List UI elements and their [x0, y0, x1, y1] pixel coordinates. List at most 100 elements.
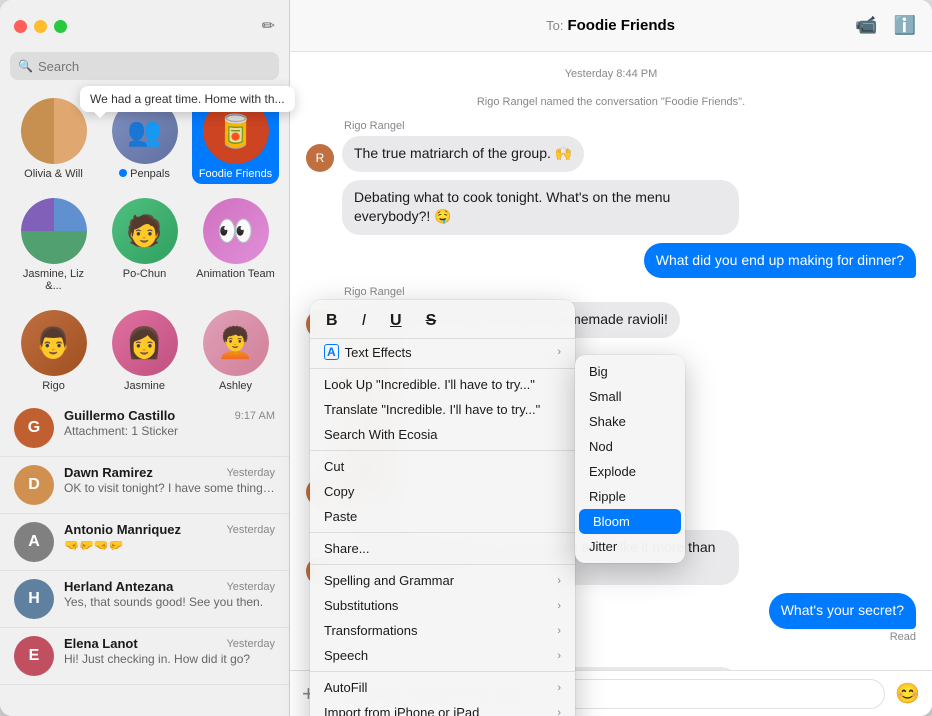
conv-time-dawn: Yesterday [226, 467, 275, 479]
submenu-nod[interactable]: Nod [575, 434, 685, 459]
submenu-jitter[interactable]: Jitter [575, 534, 685, 559]
submenu-ripple[interactable]: Ripple [575, 484, 685, 509]
group-item-jasmine-solo[interactable]: 👩 Jasmine [101, 306, 188, 396]
unread-dot [119, 169, 127, 177]
conv-time-guillermo: 9:17 AM [235, 410, 275, 422]
import-label: Import from iPhone or iPad [324, 705, 479, 716]
sender-rigo-4: Rigo Rangel [306, 286, 916, 298]
menu-item-search-ecosia[interactable]: Search With Ecosia [310, 422, 575, 447]
bubble-1: The true matriarch of the group. 🙌 [342, 136, 584, 172]
menu-item-copy[interactable]: Copy [310, 479, 575, 504]
chat-title-area: To: Foodie Friends [366, 17, 855, 34]
conv-content-dawn: Dawn Ramirez Yesterday OK to visit tonig… [64, 465, 275, 495]
copy-label: Copy [324, 484, 354, 499]
conv-preview-dawn: OK to visit tonight? I have some things … [64, 481, 275, 495]
maximize-button[interactable] [54, 20, 67, 33]
minimize-button[interactable] [34, 20, 47, 33]
bold-button[interactable]: B [322, 310, 342, 332]
menu-item-transformations[interactable]: Transformations › [310, 618, 575, 643]
compose-button[interactable]: ✏ [262, 16, 275, 36]
submenu-bloom[interactable]: Bloom [579, 509, 681, 534]
search-icon: 🔍 [18, 59, 33, 73]
menu-item-substitutions[interactable]: Substitutions › [310, 593, 575, 618]
italic-button[interactable]: I [358, 310, 370, 332]
video-call-icon[interactable]: 📹 [855, 15, 877, 36]
submenu-explode[interactable]: Explode [575, 459, 685, 484]
msg-row-1: R The true matriarch of the group. 🙌 [306, 136, 916, 172]
group-item-rigo[interactable]: 👨 Rigo [10, 306, 97, 396]
sidebar: ✏ 🔍 We had a great time. Home with th... [0, 0, 290, 716]
chat-header: To: Foodie Friends 📹 ℹ️ [290, 0, 932, 52]
chat-header-icons: 📹 ℹ️ [855, 15, 916, 36]
underline-button[interactable]: U [386, 310, 406, 332]
submenu-small[interactable]: Small [575, 384, 685, 409]
avatar-rigo: 👨 [21, 310, 87, 376]
group-name-foodie-friends: Foodie Friends [199, 168, 272, 180]
avatar-jasmine-solo: 👩 [112, 310, 178, 376]
conv-content-elena: Elena Lanot Yesterday Hi! Just checking … [64, 636, 275, 666]
avatar-ashley: 🧑‍🦱 [203, 310, 269, 376]
menu-item-autofill[interactable]: AutoFill › [310, 675, 575, 700]
avatar-herland: H [14, 579, 54, 619]
group-item-pochun[interactable]: 🧑 Po-Chun [101, 194, 188, 296]
spelling-arrow: › [557, 575, 561, 587]
import-arrow: › [557, 707, 561, 716]
search-input[interactable] [38, 59, 271, 74]
menu-item-share[interactable]: Share... [310, 536, 575, 561]
avatar-dawn: D [14, 465, 54, 505]
group-avatars-row3: 👨 Rigo 👩 Jasmine 🧑‍🦱 Ashley [0, 300, 289, 400]
group-item-animation-team[interactable]: 👀 Animation Team [192, 194, 279, 296]
emoji-button[interactable]: 😊 [895, 681, 920, 706]
menu-item-cut[interactable]: Cut [310, 454, 575, 479]
close-button[interactable] [14, 20, 27, 33]
to-label: To: [546, 18, 563, 33]
text-effects-submenu: Big Small Shake Nod Explode Ripple Bloom… [575, 355, 685, 563]
system-time: Yesterday 8:44 PM [306, 68, 916, 80]
autofill-arrow: › [557, 682, 561, 694]
spelling-label: Spelling and Grammar [324, 573, 454, 588]
menu-item-speech[interactable]: Speech › [310, 643, 575, 668]
search-bar: 🔍 [10, 52, 279, 80]
lookup-label: Look Up "Incredible. I'll have to try...… [324, 377, 535, 392]
conv-item-antonio[interactable]: A Antonio Manriquez Yesterday 🤜🤛🤜🤛 [0, 514, 289, 571]
menu-item-paste[interactable]: Paste [310, 504, 575, 529]
info-icon[interactable]: ℹ️ [894, 15, 916, 36]
substitutions-label: Substitutions [324, 598, 398, 613]
conv-time-herland: Yesterday [226, 581, 275, 593]
menu-item-text-effects[interactable]: A Text Effects › [310, 339, 575, 365]
conv-content-antonio: Antonio Manriquez Yesterday 🤜🤛🤜🤛 [64, 522, 275, 552]
group-name-animation-team: Animation Team [196, 268, 275, 280]
menu-item-spelling[interactable]: Spelling and Grammar › [310, 568, 575, 593]
speech-label: Speech [324, 648, 368, 663]
submenu-shake[interactable]: Shake [575, 409, 685, 434]
menu-item-import[interactable]: Import from iPhone or iPad › [310, 700, 575, 716]
separator-3 [310, 532, 575, 533]
conv-name-antonio: Antonio Manriquez [64, 522, 181, 537]
transformations-label: Transformations [324, 623, 417, 638]
format-bar: B I U S [310, 304, 575, 339]
conv-item-elena[interactable]: E Elena Lanot Yesterday Hi! Just checkin… [0, 628, 289, 685]
menu-item-translate[interactable]: Translate "Incredible. I'll have to try.… [310, 397, 575, 422]
strikethrough-button[interactable]: S [422, 310, 441, 332]
separator-1 [310, 368, 575, 369]
sender-rigo-1: Rigo Rangel [306, 120, 916, 132]
conv-item-herland[interactable]: H Herland Antezana Yesterday Yes, that s… [0, 571, 289, 628]
cut-label: Cut [324, 459, 344, 474]
text-effects-label: Text Effects [345, 345, 412, 360]
group-name-pochun: Po-Chun [123, 268, 166, 280]
group-name-jasmine-liz: Jasmine, Liz &... [14, 268, 93, 292]
speech-arrow: › [557, 650, 561, 662]
group-item-ashley[interactable]: 🧑‍🦱 Ashley [192, 306, 279, 396]
submenu-big[interactable]: Big [575, 359, 685, 384]
conv-item-dawn[interactable]: D Dawn Ramirez Yesterday OK to visit ton… [0, 457, 289, 514]
menu-item-lookup[interactable]: Look Up "Incredible. I'll have to try...… [310, 372, 575, 397]
conv-item-guillermo[interactable]: G Guillermo Castillo 9:17 AM Attachment:… [0, 400, 289, 457]
bubble-7: What's your secret? [769, 593, 916, 629]
conv-preview-antonio: 🤜🤛🤜🤛 [64, 538, 275, 552]
group-item-jasmine-liz[interactable]: Jasmine, Liz &... [10, 194, 97, 296]
text-effects-icon: A [324, 344, 339, 360]
avatar-guillermo: G [14, 408, 54, 448]
conv-content-herland: Herland Antezana Yesterday Yes, that sou… [64, 579, 275, 609]
conv-name-elena: Elena Lanot [64, 636, 138, 651]
search-ecosia-label: Search With Ecosia [324, 427, 437, 442]
